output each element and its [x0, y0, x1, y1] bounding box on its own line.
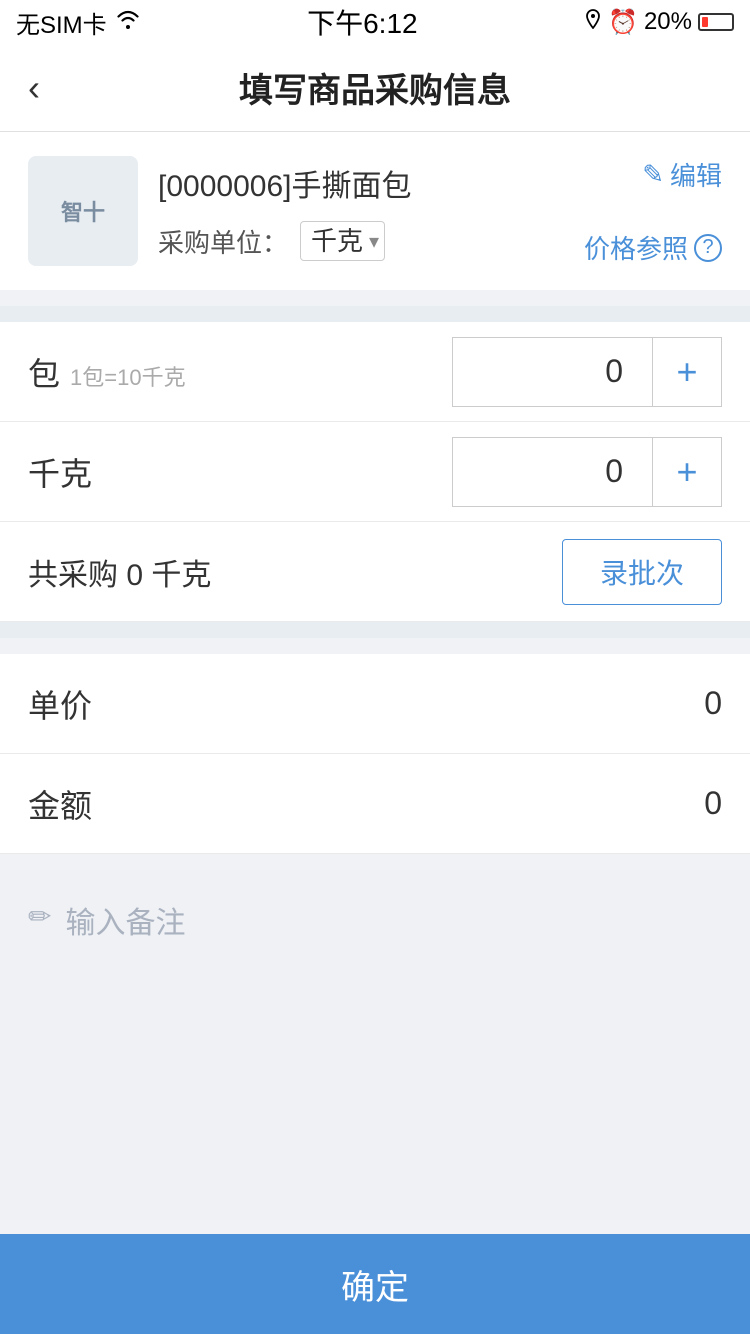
product-image: 智十: [28, 156, 138, 266]
unit-select[interactable]: 千克: [300, 221, 385, 261]
unit-price-label: 单价: [28, 681, 704, 727]
amount-label: 金额: [28, 781, 704, 827]
status-left: 无SIM卡: [16, 5, 141, 40]
edit-button[interactable]: ✎ 编辑: [642, 156, 722, 193]
price-ref-button[interactable]: 价格参照 ?: [584, 229, 722, 266]
status-right: ⏰ 20%: [584, 8, 734, 37]
unit-select-wrap[interactable]: 千克: [300, 221, 385, 261]
confirm-button[interactable]: 确定: [0, 1234, 750, 1334]
price-section: 单价 0 金额 0: [0, 654, 750, 854]
back-button[interactable]: ‹: [28, 67, 40, 109]
section-divider-2: [0, 622, 750, 638]
notes-icon: ✏: [28, 900, 51, 933]
kg-label: 千克: [28, 449, 452, 495]
status-time: 下午6:12: [307, 2, 418, 42]
amount-row: 金额 0: [0, 754, 750, 854]
kg-input-row: 千克 +: [0, 422, 750, 522]
bag-label: 包 1包=10千克: [28, 349, 452, 395]
amount-value: 0: [704, 785, 722, 822]
page-title: 填写商品采购信息: [239, 63, 511, 112]
status-bar: 无SIM卡 下午6:12 ⏰ 20%: [0, 0, 750, 44]
unit-label: 采购单位：: [158, 223, 288, 260]
bag-input-row: 包 1包=10千克 +: [0, 322, 750, 422]
product-name: [0000006]手撕面包: [158, 161, 722, 205]
kg-plus-button[interactable]: +: [652, 437, 722, 507]
total-amount: 0: [126, 559, 151, 592]
kg-input-area: +: [452, 437, 722, 507]
section-divider-1: [0, 306, 750, 322]
unit-price-value: 0: [704, 685, 722, 722]
total-label: 共采购 0 千克: [28, 550, 562, 594]
unit-price-row: 单价 0: [0, 654, 750, 754]
battery-percent: 20%: [644, 8, 692, 36]
record-batch-button[interactable]: 录批次: [562, 539, 722, 605]
notes-input[interactable]: 输入备注: [65, 898, 185, 942]
alarm-icon: ⏰: [608, 8, 638, 37]
kg-number-input[interactable]: [452, 437, 652, 507]
edit-icon: ✎: [642, 159, 664, 190]
bag-input-area: +: [452, 337, 722, 407]
location-icon: [584, 8, 602, 36]
nav-bar: ‹ 填写商品采购信息: [0, 44, 750, 132]
wifi-icon: [115, 8, 141, 36]
bag-plus-button[interactable]: +: [652, 337, 722, 407]
battery-icon: [698, 13, 734, 31]
total-row: 共采购 0 千克 录批次: [0, 522, 750, 622]
bag-number-input[interactable]: [452, 337, 652, 407]
carrier-text: 无SIM卡: [16, 5, 107, 40]
bag-sub-label: 1包=10千克: [70, 360, 186, 392]
notes-section[interactable]: ✏ 输入备注: [0, 870, 750, 970]
bottom-space: [0, 970, 750, 1220]
product-card: 智十 [0000006]手撕面包 采购单位： 千克 ✎ 编辑 价格参照 ?: [0, 132, 750, 290]
input-section: 包 1包=10千克 + 千克 +: [0, 322, 750, 522]
info-icon: ?: [694, 234, 722, 262]
